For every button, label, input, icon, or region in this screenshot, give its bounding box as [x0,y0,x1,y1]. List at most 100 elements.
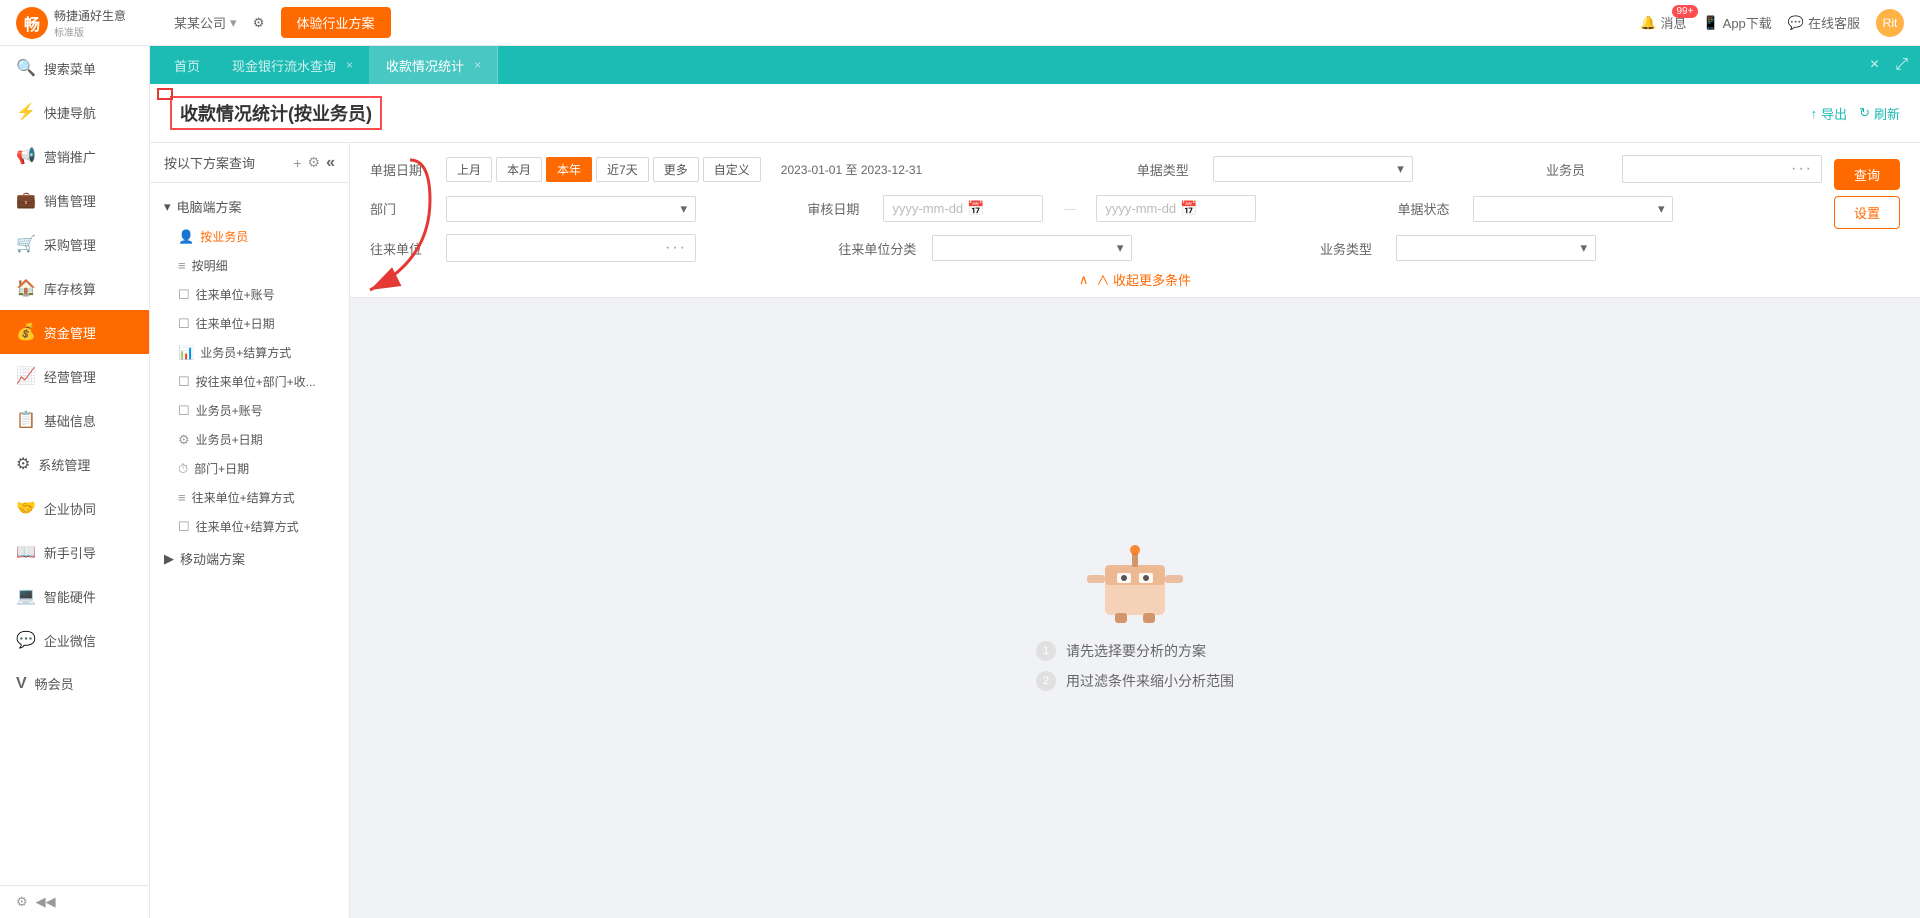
trial-button[interactable]: 体验行业方案 [281,7,391,38]
collapse-bar[interactable]: ∧ ∧ 收起更多条件 [350,262,1920,298]
scheme-item-partner-account[interactable]: ☐ 往来单位+账号 [150,280,349,309]
settings-icon[interactable]: ⚙ [245,9,273,37]
tab-bank-flow[interactable]: 现金银行流水查询 × [216,46,370,84]
sidebar-label-member: 畅会员 [35,674,74,693]
tab-close-receipts[interactable]: × [474,58,481,72]
management-icon: 📈 [16,366,36,386]
scheme-add-icon[interactable]: + [293,155,301,171]
date-tab-last-month[interactable]: 上月 [446,157,492,182]
scheme-header: 按以下方案查询 + ⚙ « [150,143,349,183]
date-tab-custom[interactable]: 自定义 [703,157,761,182]
review-date-to[interactable]: yyyy-mm-dd 📅 [1096,195,1256,222]
date-tabs: 上月 本月 本年 近7天 更多 自定义 [446,157,761,182]
sidebar-item-search[interactable]: 🔍 搜索菜单 [0,46,149,90]
sidebar-item-marketing[interactable]: 📢 营销推广 [0,134,149,178]
staff-label: 业务员 [1546,160,1606,179]
sidebar-item-collab[interactable]: 🤝 企业协同 [0,486,149,530]
sidebar-label-quicknav: 快捷导航 [44,103,96,122]
notification-item[interactable]: 🔔 消息 99+ [1640,13,1686,32]
filter-row-1: 单据日期 上月 本月 本年 近7天 更多 自定义 [370,155,1822,183]
empty-steps: 1 请先选择要分析的方案 2 用过滤条件来缩小分析范围 [1036,641,1234,691]
sidebar-item-finance[interactable]: 💰 资金管理 [0,310,149,354]
sidebar-footer-collapse-icon[interactable]: ◀◀ [36,894,56,910]
date-tab-7days[interactable]: 近7天 [596,157,649,182]
refresh-button[interactable]: ↻ 刷新 [1859,104,1900,123]
sidebar-item-hardware[interactable]: 💻 智能硬件 [0,574,149,618]
partner-class-select[interactable]: ▾ [932,235,1132,261]
system-icon: ⚙ [16,454,30,474]
partner-select[interactable]: ··· [446,234,696,262]
app-download-item[interactable]: 📱 App下载 [1702,13,1771,32]
tab-home[interactable]: 首页 [158,46,216,84]
user-avatar[interactable]: Rit [1876,9,1904,37]
logo-area: 畅 畅捷通好生意 标准版 [16,7,166,39]
tab-receipts[interactable]: 收款情况统计 × [370,46,498,84]
sidebar-footer-settings-icon[interactable]: ⚙ [16,894,28,910]
tab-window-expand-icon[interactable]: ⤢ [1891,52,1912,78]
date-tab-more[interactable]: 更多 [653,157,699,182]
sidebar-item-wechat[interactable]: 💬 企业微信 [0,618,149,662]
scheme-item-dept-date[interactable]: ⏱ 部门+日期 [150,454,349,483]
scheme-settings-icon[interactable]: ⚙ [308,154,321,171]
quicknav-icon: ⚡ [16,102,36,122]
sidebar-label-guide: 新手引导 [44,543,96,562]
staff-date-icon: ⚙ [178,432,190,448]
scheme-item-partner-dept[interactable]: ☐ 按往来单位+部门+收... [150,367,349,396]
biz-type-label: 业务类型 [1320,239,1380,258]
date-tab-this-month[interactable]: 本月 [496,157,542,182]
tree-group-mobile: ▶ 移动端方案 [150,543,349,574]
biz-type-select[interactable]: ▾ [1396,235,1596,261]
scheme-item-partner-settle2[interactable]: ☐ 往来单位+结算方式 [150,512,349,541]
scheme-collapse-icon[interactable]: « [326,154,335,172]
export-button[interactable]: ↑ 导出 [1811,104,1848,123]
sidebar-label-sales: 销售管理 [44,191,96,210]
date-tab-this-year[interactable]: 本年 [546,157,592,182]
partner-date-icon: ☐ [178,316,190,332]
scheme-item-detail[interactable]: ≡ 按明细 [150,251,349,280]
dept-select[interactable]: ▾ [446,196,696,222]
sidebar-label-collab: 企业协同 [44,499,96,518]
sidebar-item-system[interactable]: ⚙ 系统管理 [0,442,149,486]
sidebar-item-inventory[interactable]: 🏠 库存核算 [0,266,149,310]
sidebar-item-quicknav[interactable]: ⚡ 快捷导航 [0,90,149,134]
dept-label: 部门 [370,199,430,218]
scheme-item-staff-payment[interactable]: 📊 业务员+结算方式 [150,338,349,367]
empty-step-2: 2 用过滤条件来缩小分析范围 [1036,671,1234,691]
doc-type-label: 单据类型 [1137,160,1197,179]
tree-group-desktop-header[interactable]: ▾ 电脑端方案 [150,191,349,222]
sidebar-item-sales[interactable]: 💼 销售管理 [0,178,149,222]
partner-dept-icon: ☐ [178,374,190,390]
review-date-from[interactable]: yyyy-mm-dd 📅 [883,195,1043,222]
staff-icon: 👤 [178,229,194,245]
doc-status-select[interactable]: ▾ [1473,196,1673,222]
scheme-item-staff-date[interactable]: ⚙ 业务员+日期 [150,425,349,454]
online-service-item[interactable]: 💬 在线客服 [1788,13,1860,32]
sidebar-item-management[interactable]: 📈 经营管理 [0,354,149,398]
date-divider: — [1063,201,1076,216]
sidebar: 🔍 搜索菜单 ⚡ 快捷导航 📢 营销推广 💼 销售管理 🛒 采购管理 🏠 [0,46,150,918]
date-range: 2023-01-01 至 2023-12-31 [781,161,922,178]
step-num-1: 1 [1036,641,1056,661]
sidebar-item-basic[interactable]: 📋 基础信息 [0,398,149,442]
scheme-item-partner-settle1[interactable]: ≡ 往来单位+结算方式 [150,483,349,512]
tree-group-mobile-header[interactable]: ▶ 移动端方案 [150,543,349,574]
staff-more-icon: ··· [1791,160,1813,178]
tab-window-close-icon[interactable]: × [1866,52,1883,78]
main-content: 首页 现金银行流水查询 × 收款情况统计 × × ⤢ 收款情况统计(按业务员) [150,46,1920,918]
setting-button[interactable]: 设置 [1834,196,1900,229]
inventory-icon: 🏠 [16,278,36,298]
doc-type-select[interactable]: ▾ [1213,156,1413,182]
sidebar-item-guide[interactable]: 📖 新手引导 [0,530,149,574]
company-selector[interactable]: 某某公司 ▾ [174,13,237,32]
sidebar-item-member[interactable]: V 畅会员 [0,662,149,705]
header-left: 畅 畅捷通好生意 标准版 某某公司 ▾ ⚙ 体验行业方案 [16,7,391,39]
scheme-item-partner-date[interactable]: ☐ 往来单位+日期 [150,309,349,338]
sidebar-label-marketing: 营销推广 [44,147,96,166]
tree-group-desktop: ▾ 电脑端方案 👤 按业务员 ≡ 按明细 [150,191,349,541]
staff-select[interactable]: ··· [1622,155,1822,183]
scheme-item-staff-account[interactable]: ☐ 业务员+账号 [150,396,349,425]
tab-close-bank[interactable]: × [346,58,353,72]
sidebar-item-purchase[interactable]: 🛒 采购管理 [0,222,149,266]
query-button[interactable]: 查询 [1834,159,1900,190]
scheme-item-staff[interactable]: 👤 按业务员 [150,222,349,251]
